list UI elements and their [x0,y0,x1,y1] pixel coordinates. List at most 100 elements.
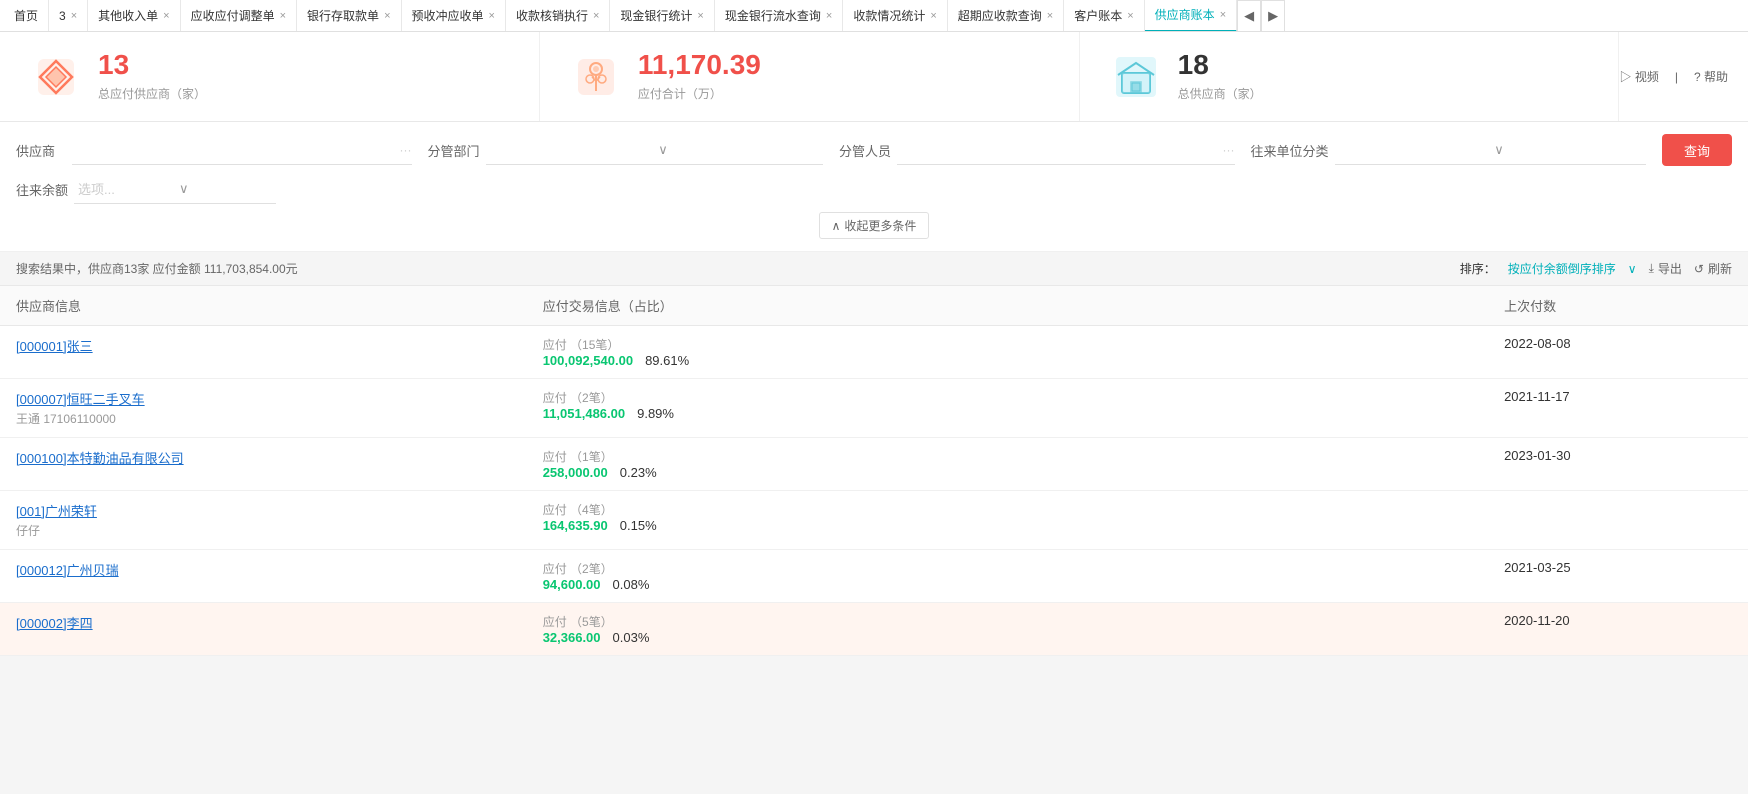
nav-tab-receipt-stat[interactable]: 收款情况统计 × [843,0,947,32]
ap-amount-pct: 0.15% [620,518,657,533]
nav-tab-payment-verify[interactable]: 收款核销执行 × [506,0,610,32]
nav-tab-3-close[interactable]: × [71,10,77,22]
stat-total-suppliers: 18 总供应商（家） [1080,32,1620,121]
ap-amount-value[interactable]: 258,000.00 [543,465,608,480]
supplier-link[interactable]: [000100]本特勤油品有限公司 [16,451,184,466]
filter-bar: 供应商 ··· 分管部门 ∨ 分管人员 ··· 往来单位分类 [0,122,1748,252]
nav-tab-payment-verify-close[interactable]: × [593,10,599,22]
nav-tab-payment-verify-label: 收款核销执行 [516,7,588,24]
supplier-link[interactable]: [001]广州荣轩 [16,504,97,519]
ap-amount-value[interactable]: 94,600.00 [543,577,601,592]
nav-tab-overdue-ar-close[interactable]: × [1047,10,1053,22]
nav-tab-cash-bank-flow-close[interactable]: × [826,10,832,22]
nav-tab-supplier-ledger[interactable]: 供应商账本 × [1145,0,1237,32]
nav-tab-other-income-close[interactable]: × [163,10,169,22]
supplier-link[interactable]: [000002]李四 [16,616,93,631]
video-link[interactable]: ▷ 视频 [1619,68,1658,85]
ap-amount: 32,366.000.03% [543,630,1472,645]
person-filter-dots[interactable]: ··· [1223,143,1235,157]
nav-tab-other-income-label: 其他收入单 [98,7,158,24]
nav-tab-ar-ap-adjust[interactable]: 应收应付调整单 × [181,0,297,32]
stat-ap-total-info: 11,170.39 应付合计（万） [638,51,761,102]
results-actions: 排序： 按应付余额倒序排序 ∨ ⤓ 导出 ↺ 刷新 [1460,260,1732,277]
balance-select[interactable]: 选项... ∨ [74,174,276,204]
nav-tab-ar-ap-adjust-close[interactable]: × [280,10,286,22]
stat-total-suppliers-label: 总供应商（家） [1178,85,1262,102]
nav-right-arrow[interactable]: ▶ [1261,0,1285,32]
data-table-container: 供应商信息 应付交易信息（占比） 上次付数 [000001]张三 应付 （15笔）… [0,286,1748,656]
results-bar: 搜索结果中，供应商13家 应付金额 111,703,854.00元 排序： 按应… [0,252,1748,286]
dept-select[interactable]: ∨ [486,135,823,165]
nav-tab-cash-bank-flow-label: 现金银行流水查询 [725,7,821,24]
nav-left-arrow[interactable]: ◀ [1237,0,1261,32]
nav-tab-supplier-ledger-close[interactable]: × [1220,9,1226,21]
col-header-supplier: 供应商信息 [0,286,527,326]
nav-tab-cash-bank-stat-close[interactable]: × [697,10,703,22]
supplier-filter-dots[interactable]: ··· [400,143,412,157]
last-payment-cell: 2020-11-20 [1488,603,1748,656]
video-icon: ▷ [1619,70,1631,84]
diamond-icon [30,51,82,103]
ap-amount: 94,600.00 0.08% [543,577,1472,592]
balance-select-placeholder: 选项... [74,179,175,198]
help-links: ▷ 视频 | ? 帮助 [1619,68,1748,85]
help-link[interactable]: ? 帮助 [1694,68,1728,85]
nav-tab-prepay-ar[interactable]: 预收冲应收单 × [402,0,506,32]
person-input[interactable] [897,135,1222,165]
help-label: 帮助 [1704,70,1728,84]
supplier-info-cell: [000100]本特勤油品有限公司 [0,438,527,491]
nav-tab-supplier-ledger-label: 供应商账本 [1155,6,1215,23]
ap-info-cell: 应付 （15笔）100,092,540.0089.61% [527,326,1488,379]
query-button[interactable]: 查询 [1662,134,1732,166]
nav-tab-prepay-ar-label: 预收冲应收单 [412,7,484,24]
ap-amount-value[interactable]: 164,635.90 [543,518,608,533]
supplier-table: 供应商信息 应付交易信息（占比） 上次付数 [000001]张三 应付 （15笔）… [0,286,1748,656]
table-header-row: 供应商信息 应付交易信息（占比） 上次付数 [0,286,1748,326]
nav-tab-prepay-ar-close[interactable]: × [489,10,495,22]
refresh-icon: ↺ [1694,262,1704,276]
supplier-filter-label: 供应商 [16,141,66,160]
supplier-sub-info: 仔仔 [16,522,511,539]
nav-tab-receipt-stat-close[interactable]: × [930,10,936,22]
category-select[interactable]: ∨ [1335,135,1646,165]
separator: | [1675,70,1678,84]
supplier-input[interactable] [72,135,400,165]
stat-ap-total-number: 11,170.39 [638,51,761,79]
nav-tab-customer-ledger-close[interactable]: × [1127,10,1133,22]
sort-value[interactable]: 按应付余额倒序排序 [1508,260,1616,277]
ap-amount-value[interactable]: 32,366.00 [543,630,601,645]
ap-label: 应付 （15笔） [543,336,1472,353]
refresh-label: 刷新 [1708,260,1732,277]
ap-amount-value[interactable]: 11,051,486.00 [543,406,625,421]
supplier-link[interactable]: [000012]广州贝瑞 [16,563,119,578]
export-button[interactable]: ⤓ 导出 [1649,260,1682,277]
last-payment-cell: 2022-08-08 [1488,326,1748,379]
col-header-ap-info: 应付交易信息（占比） [527,286,1488,326]
nav-tab-home[interactable]: 首页 [4,0,49,32]
ap-amount-value[interactable]: 100,092,540.00 [543,353,633,368]
nav-tab-cash-bank-stat[interactable]: 现金银行统计 × [610,0,714,32]
ap-label: 应付 （5笔） [543,613,1472,630]
ap-label: 应付 （1笔） [543,448,1472,465]
filter-row-1: 供应商 ··· 分管部门 ∨ 分管人员 ··· 往来单位分类 [16,134,1732,166]
supplier-link[interactable]: [000007]恒旺二手叉车 [16,392,145,407]
nav-tab-overdue-ar-label: 超期应收款查询 [958,7,1042,24]
nav-tab-cash-bank-flow[interactable]: 现金银行流水查询 × [715,0,843,32]
stat-payable-suppliers: 13 总应付供应商（家） [0,32,540,121]
table-row: [000001]张三 应付 （15笔）100,092,540.0089.61%20… [0,326,1748,379]
nav-tab-other-income[interactable]: 其他收入单 × [88,0,180,32]
collapse-button[interactable]: ∧ 收起更多条件 [819,212,930,239]
ap-amount-pct: 0.08% [613,577,650,592]
nav-tab-bank-deposit-close[interactable]: × [384,10,390,22]
ap-info-cell: 应付 （2笔）94,600.000.08% [527,550,1488,603]
supplier-link[interactable]: [000001]张三 [16,339,93,354]
nav-tab-customer-ledger[interactable]: 客户账本 × [1064,0,1144,32]
nav-tab-overdue-ar[interactable]: 超期应收款查询 × [948,0,1064,32]
stat-payable-suppliers-info: 13 总应付供应商（家） [98,51,206,102]
supplier-info-cell: [000002]李四 [0,603,527,656]
nav-tab-3[interactable]: 3 × [49,0,88,32]
ap-info-cell: 应付 （5笔）32,366.000.03% [527,603,1488,656]
refresh-button[interactable]: ↺ 刷新 [1694,260,1732,277]
nav-tab-3-label: 3 [59,9,66,23]
nav-tab-bank-deposit[interactable]: 银行存取款单 × [297,0,401,32]
